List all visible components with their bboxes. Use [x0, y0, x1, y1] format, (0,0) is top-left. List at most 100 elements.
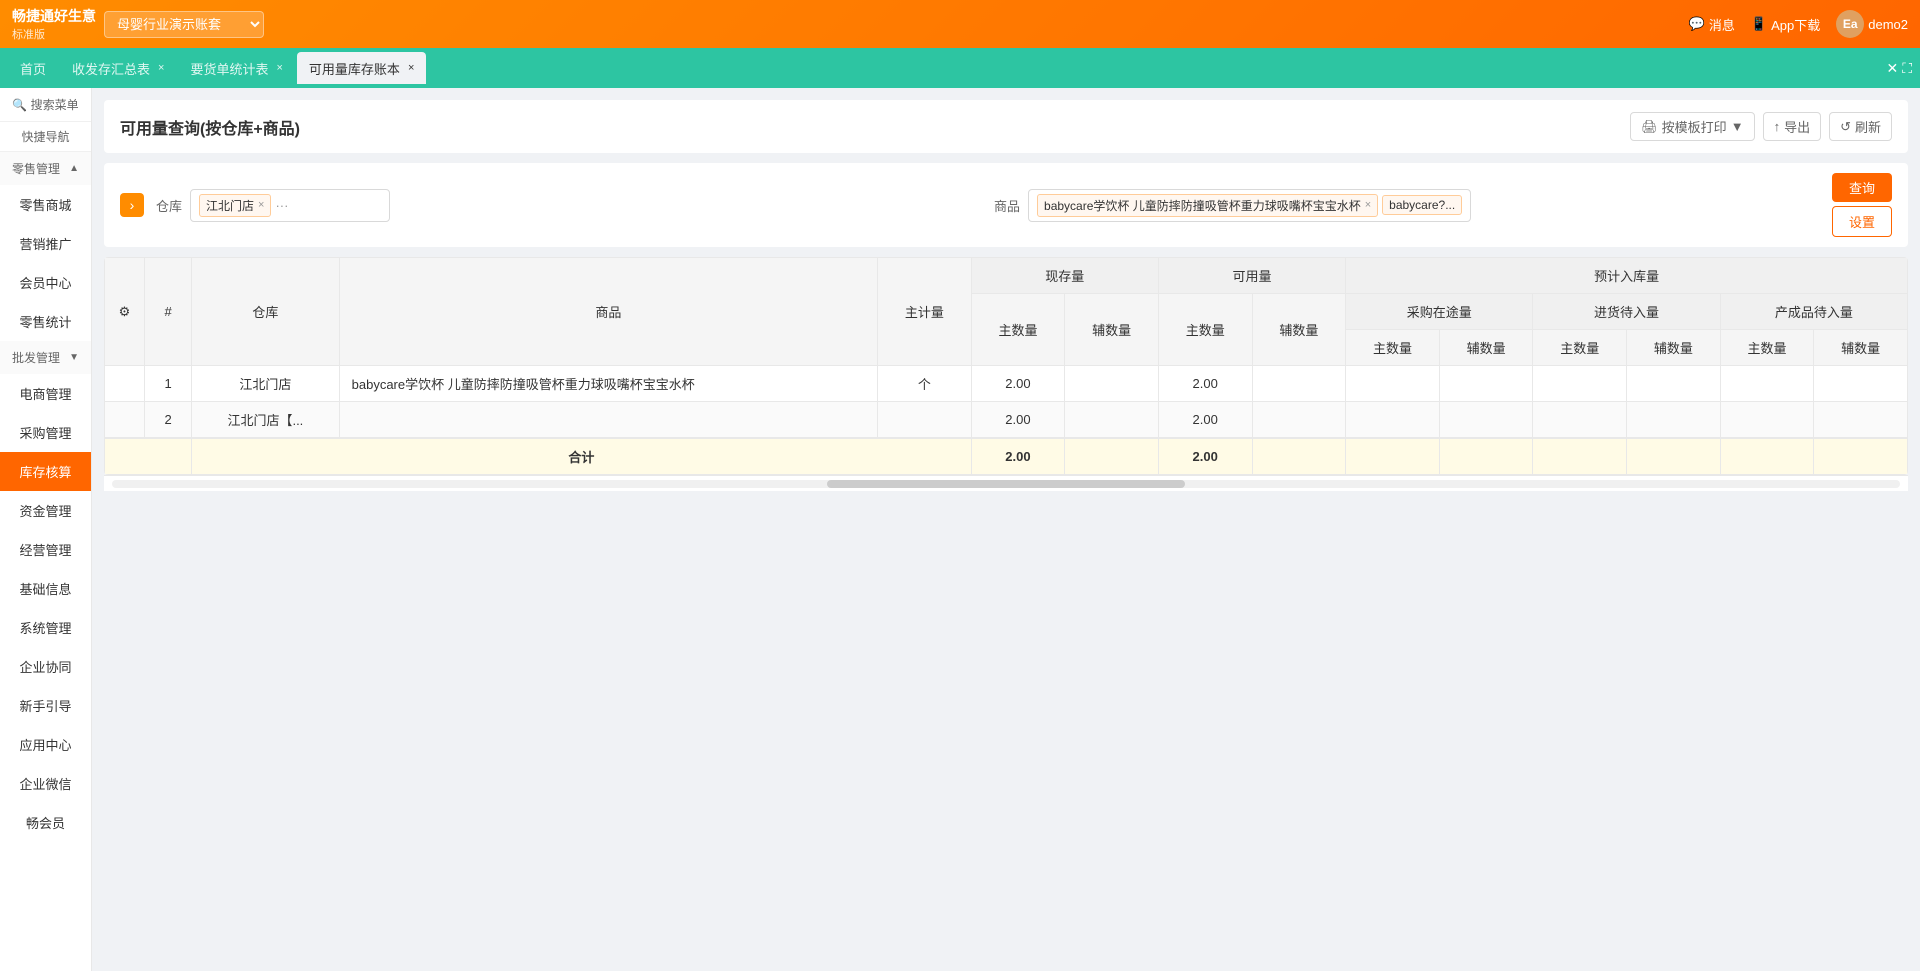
- sidebar-item-system[interactable]: 系统管理: [0, 608, 91, 647]
- chevron-down-icon: ▼: [69, 352, 79, 363]
- warehouse-filter-input[interactable]: 江北门店 × ···: [190, 189, 390, 222]
- row-stock-main: 2.00: [971, 366, 1065, 402]
- row-unit: 个: [878, 366, 972, 402]
- filter-toggle-button[interactable]: ›: [120, 193, 144, 217]
- scroll-thumb[interactable]: [827, 480, 1185, 488]
- sidebar-item-basic-info[interactable]: 基础信息: [0, 569, 91, 608]
- row-warehouse: 江北门店: [192, 366, 339, 402]
- export-icon: ↑: [1774, 119, 1781, 134]
- sidebar-item-retail-stats[interactable]: 零售统计: [0, 302, 91, 341]
- avail-aux-header: 辅数量: [1252, 294, 1346, 366]
- footer-pp-aux: [1627, 438, 1721, 475]
- row-index: 1: [145, 366, 192, 402]
- scroll-track[interactable]: [112, 480, 1900, 488]
- product-pending-header: 产成品待入量: [1720, 294, 1907, 330]
- tab-available-stock[interactable]: 可用量库存账本 ×: [297, 52, 426, 84]
- page-title: 可用量查询(按仓库+商品): [120, 115, 300, 139]
- sidebar-item-enterprise[interactable]: 企业协同: [0, 647, 91, 686]
- close-tab2[interactable]: ×: [276, 62, 282, 74]
- sidebar-item-purchase[interactable]: 采购管理: [0, 413, 91, 452]
- table-footer: 合计 2.00 2.00: [105, 438, 1908, 475]
- product-filter-input[interactable]: babycare学饮杯 儿童防摔防撞吸管杯重力球吸嘴杯宝宝水杯 × babyca…: [1028, 189, 1471, 222]
- row-avail-aux: [1252, 402, 1346, 439]
- unit-col-header: 主计量: [878, 258, 972, 366]
- avail-main-header: 主数量: [1158, 294, 1252, 366]
- sidebar-item-retail-mall[interactable]: 零售商城: [0, 185, 91, 224]
- horizontal-scrollbar[interactable]: [104, 475, 1908, 491]
- sidebar-item-wholesale[interactable]: 批发管理 ▼: [0, 341, 91, 374]
- template-print-button[interactable]: 🖨 按模板打印 ▼: [1630, 112, 1754, 141]
- table-container: ⚙ # 仓库 商品 主计量 现存量 可用量 预计入库量 主数量 辅数量 主数量 …: [104, 257, 1908, 475]
- sidebar-item-ecommerce[interactable]: 电商管理: [0, 374, 91, 413]
- row-pt-main: [1346, 402, 1440, 439]
- footer-stock-main: 2.00: [971, 438, 1065, 475]
- sidebar-item-member[interactable]: 会员中心: [0, 263, 91, 302]
- row-unit: [878, 402, 972, 439]
- row-pp-aux: [1627, 402, 1721, 439]
- sidebar-search[interactable]: 🔍 搜索菜单: [0, 88, 91, 122]
- sidebar-quick-nav[interactable]: 快捷导航: [0, 122, 91, 152]
- refresh-icon: ↺: [1840, 119, 1851, 135]
- close-all-tabs[interactable]: ✕: [1886, 60, 1898, 77]
- table-row[interactable]: 1 江北门店 babycare学饮杯 儿童防摔防撞吸管杯重力球吸嘴杯宝宝水杯 个…: [105, 366, 1908, 402]
- prod-aux-header: 辅数量: [1814, 330, 1908, 366]
- user-menu[interactable]: Ea demo2: [1836, 10, 1908, 38]
- query-button[interactable]: 查询: [1832, 173, 1892, 202]
- footer-prod-main: [1720, 438, 1814, 475]
- footer-pt-main: [1346, 438, 1440, 475]
- sidebar-item-inventory[interactable]: 库存核算: [0, 452, 91, 491]
- avatar: Ea: [1836, 10, 1864, 38]
- close-tab1[interactable]: ×: [158, 62, 164, 74]
- top-bar-left: 畅捷通好生意 标准版 母婴行业演示账套: [12, 6, 264, 42]
- index-col-header: #: [145, 258, 192, 366]
- warehouse-ellipsis[interactable]: ···: [275, 198, 288, 213]
- sidebar: 🔍 搜索菜单 快捷导航 零售管理 ▲ 零售商城 营销推广 会员中心 零售统计 批…: [0, 88, 92, 971]
- sidebar-item-member-program[interactable]: 畅会员: [0, 803, 91, 842]
- message-button[interactable]: 💬 消息: [1689, 15, 1735, 34]
- remove-warehouse-tag[interactable]: ×: [258, 199, 264, 211]
- pp-aux-header: 辅数量: [1627, 330, 1721, 366]
- row-avail-main: 2.00: [1158, 366, 1252, 402]
- data-table: ⚙ # 仓库 商品 主计量 现存量 可用量 预计入库量 主数量 辅数量 主数量 …: [104, 257, 1908, 475]
- footer-prod-aux: [1814, 438, 1908, 475]
- logo: 畅捷通好生意 标准版: [12, 6, 96, 42]
- top-bar-right: 💬 消息 📱 App下载 Ea demo2: [1689, 10, 1908, 38]
- chevron-down-icon: ▼: [1731, 119, 1744, 134]
- purchase-pending-header: 进货待入量: [1533, 294, 1720, 330]
- sidebar-item-wechat-work[interactable]: 企业微信: [0, 764, 91, 803]
- row-prod-main: [1720, 366, 1814, 402]
- industry-select[interactable]: 母婴行业演示账套: [104, 11, 264, 38]
- tab-order-stats[interactable]: 要货单统计表 ×: [178, 52, 294, 84]
- footer-spacer: [105, 438, 192, 475]
- forecast-header: 预计入库量: [1346, 258, 1908, 294]
- close-tab3[interactable]: ×: [408, 62, 414, 74]
- expand-icon[interactable]: ⛶: [1902, 60, 1912, 77]
- sidebar-item-marketing[interactable]: 营销推广: [0, 224, 91, 263]
- setting-button[interactable]: 设置: [1832, 206, 1892, 237]
- row-pt-aux: [1439, 366, 1533, 402]
- app-download-button[interactable]: 📱 App下载: [1751, 15, 1820, 34]
- remove-product-tag-1[interactable]: ×: [1365, 199, 1371, 211]
- sidebar-item-operations[interactable]: 经营管理: [0, 530, 91, 569]
- nav-tabs: 首页 收发存汇总表 × 要货单统计表 × 可用量库存账本 × ✕ ⛶: [0, 48, 1920, 88]
- tab-home[interactable]: 首页: [8, 52, 58, 84]
- refresh-button[interactable]: ↺ 刷新: [1829, 112, 1892, 141]
- row-pt-aux: [1439, 402, 1533, 439]
- table-row[interactable]: 2 江北门店【... 2.00 2.00: [105, 402, 1908, 439]
- purchase-transit-header: 采购在途量: [1346, 294, 1533, 330]
- tab-receivable[interactable]: 收发存汇总表 ×: [60, 52, 176, 84]
- row-settings[interactable]: [105, 366, 145, 402]
- sidebar-item-finance[interactable]: 资金管理: [0, 491, 91, 530]
- export-button[interactable]: ↑ 导出: [1763, 112, 1822, 141]
- settings-col-header[interactable]: ⚙: [105, 258, 145, 366]
- content-area: 可用量查询(按仓库+商品) 🖨 按模板打印 ▼ ↑ 导出 ↺ 刷新 ›: [92, 88, 1920, 971]
- sidebar-item-app-center[interactable]: 应用中心: [0, 725, 91, 764]
- filter-actions: 查询 设置: [1832, 173, 1892, 237]
- sidebar-item-newbie[interactable]: 新手引导: [0, 686, 91, 725]
- sidebar-item-retail-management[interactable]: 零售管理 ▲: [0, 152, 91, 185]
- pt-main-header: 主数量: [1346, 330, 1440, 366]
- footer-pp-main: [1533, 438, 1627, 475]
- product-tag-1: babycare学饮杯 儿童防摔防撞吸管杯重力球吸嘴杯宝宝水杯 ×: [1037, 194, 1378, 217]
- search-icon: 🔍: [12, 98, 27, 112]
- row-settings[interactable]: [105, 402, 145, 439]
